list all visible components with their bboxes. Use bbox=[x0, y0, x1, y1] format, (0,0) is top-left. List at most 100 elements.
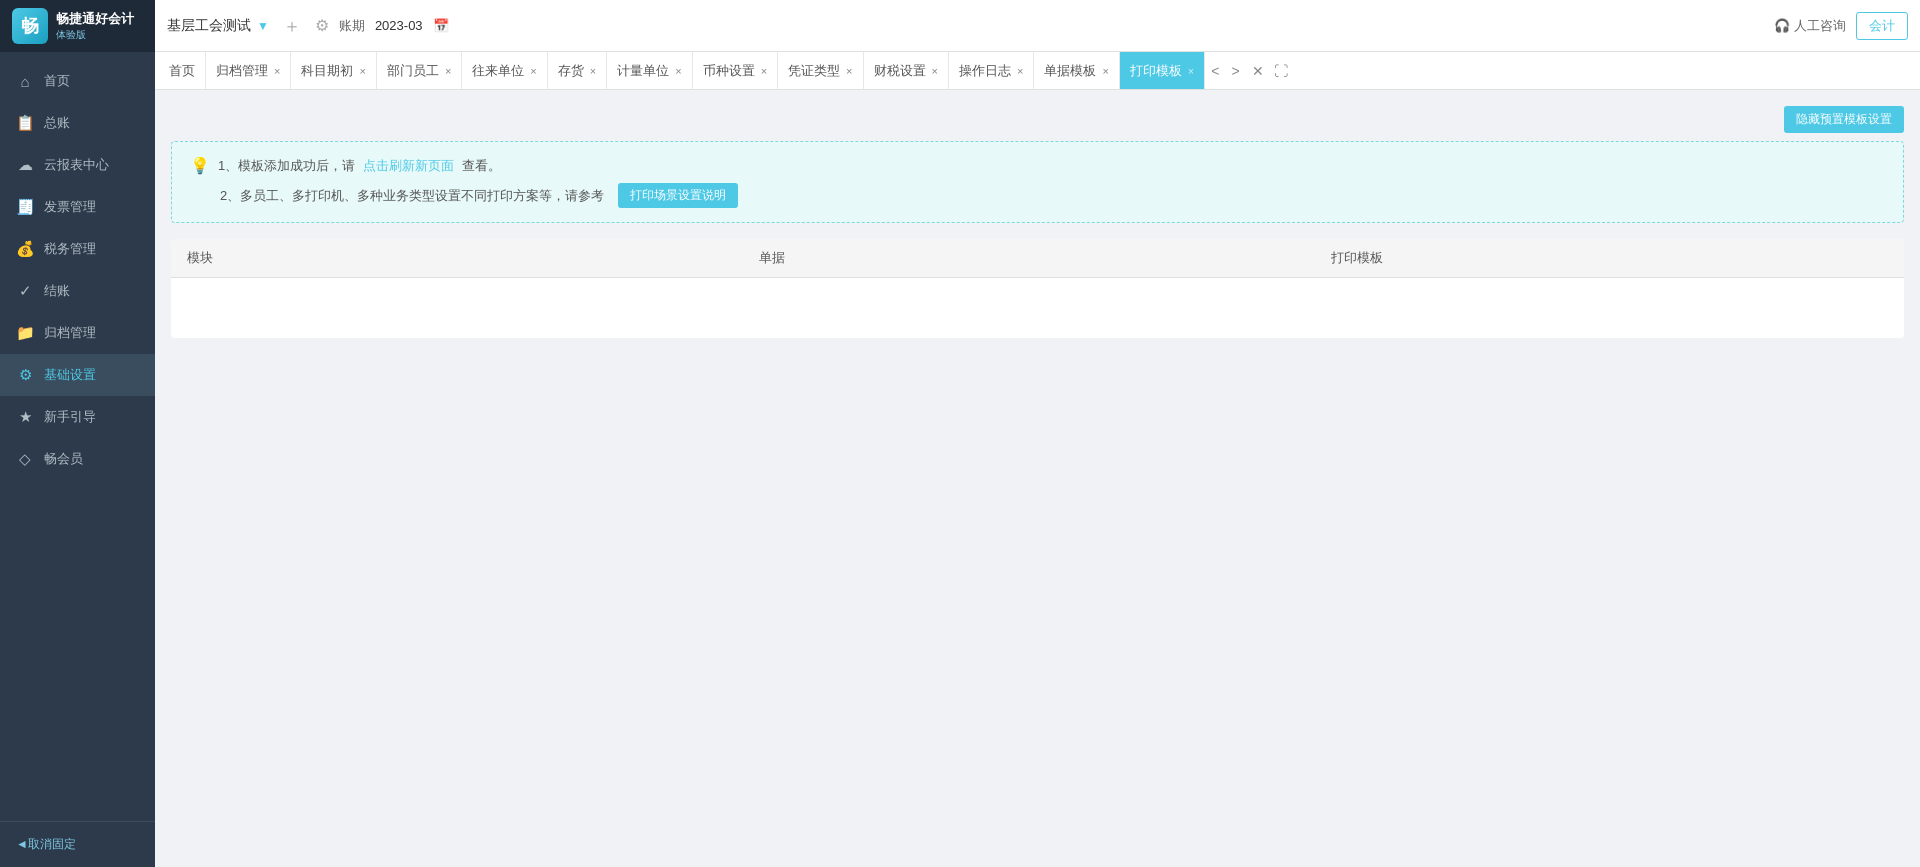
sidebar-item-invoice[interactable]: 🧾 发票管理 bbox=[0, 186, 155, 228]
sidebar-item-reports[interactable]: ☁ 云报表中心 bbox=[0, 144, 155, 186]
info-line-1: 💡 1、模板添加成功后，请 点击刷新新页面 查看。 bbox=[190, 156, 1885, 175]
tab-operation-log[interactable]: 操作日志 × bbox=[949, 52, 1034, 89]
tab-close-subject[interactable]: × bbox=[359, 65, 365, 77]
table-body bbox=[171, 278, 1904, 338]
tab-expand-button[interactable]: ⛶ bbox=[1270, 63, 1292, 79]
table-header-doc: 单据 bbox=[743, 239, 1315, 277]
logo-title: 畅捷通好会计 bbox=[56, 10, 134, 28]
sidebar-label-ledger: 总账 bbox=[44, 114, 70, 132]
accounting-button[interactable]: 会计 bbox=[1856, 12, 1908, 40]
tab-label-archive: 归档管理 bbox=[216, 62, 268, 80]
sidebar-icon-settlement: ✓ bbox=[16, 282, 34, 300]
calendar-icon[interactable]: 📅 bbox=[433, 18, 449, 33]
info-banner: 💡 1、模板添加成功后，请 点击刷新新页面 查看。 2、多员工、多打印机、多种业… bbox=[171, 141, 1904, 223]
print-scene-explain-button[interactable]: 打印场景设置说明 bbox=[618, 183, 738, 208]
sidebar-label-home: 首页 bbox=[44, 72, 70, 90]
sidebar-item-home[interactable]: ⌂ 首页 bbox=[0, 60, 155, 102]
tab-close-voucher-type[interactable]: × bbox=[846, 65, 852, 77]
tab-close-print-template[interactable]: × bbox=[1188, 65, 1194, 77]
tab-close-all-button[interactable]: ✕ bbox=[1246, 63, 1270, 79]
info-line1-suffix: 查看。 bbox=[462, 157, 501, 175]
tab-voucher-type[interactable]: 凭证类型 × bbox=[778, 52, 863, 89]
sidebar-item-ledger[interactable]: 📋 总账 bbox=[0, 102, 155, 144]
tab-archive[interactable]: 归档管理 × bbox=[206, 52, 291, 89]
settings-gear-icon[interactable]: ⚙ bbox=[315, 16, 329, 35]
tab-inventory[interactable]: 存货 × bbox=[548, 52, 607, 89]
period-label: 账期 bbox=[339, 17, 365, 35]
tab-label-unit: 计量单位 bbox=[617, 62, 669, 80]
tab-label-voucher-type: 凭证类型 bbox=[788, 62, 840, 80]
sidebar-menu: ⌂ 首页 📋 总账 ☁ 云报表中心 🧾 发票管理 💰 税务管理 ✓ 结账 📁 归… bbox=[0, 52, 155, 821]
info-line2-prefix: 2、多员工、多打印机、多种业务类型设置不同打印方案等，请参考 bbox=[220, 187, 604, 205]
sidebar-icon-invoice: 🧾 bbox=[16, 198, 34, 216]
print-template-table: 模块 单据 打印模板 bbox=[171, 239, 1904, 338]
sidebar-item-member[interactable]: ◇ 畅会员 bbox=[0, 438, 155, 480]
add-tab-button[interactable]: ＋ bbox=[279, 14, 305, 38]
table-header-module: 模块 bbox=[171, 239, 743, 277]
company-dropdown-icon: ▼ bbox=[257, 19, 269, 33]
customer-service-btn[interactable]: 🎧 人工咨询 bbox=[1774, 17, 1846, 35]
main-area: 基层工会测试 ▼ ＋ ⚙ 账期 2023-03 📅 🎧 人工咨询 会计 首页归档… bbox=[155, 0, 1920, 867]
table-header-template: 打印模板 bbox=[1315, 239, 1904, 277]
tab-tax-settings[interactable]: 财税设置× bbox=[864, 52, 949, 89]
sidebar-icon-ledger: 📋 bbox=[16, 114, 34, 132]
tab-close-department[interactable]: × bbox=[445, 65, 451, 77]
sidebar-icon-tax: 💰 bbox=[16, 240, 34, 258]
sidebar-label-tax: 税务管理 bbox=[44, 240, 96, 258]
customer-service-label: 人工咨询 bbox=[1794, 17, 1846, 35]
info-refresh-link[interactable]: 点击刷新新页面 bbox=[363, 157, 454, 175]
company-selector[interactable]: 基层工会测试 ▼ bbox=[167, 17, 269, 35]
tab-close-unit[interactable]: × bbox=[675, 65, 681, 77]
tab-department[interactable]: 部门员工× bbox=[377, 52, 462, 89]
tab-close-inventory[interactable]: × bbox=[590, 65, 596, 77]
sidebar-item-guide[interactable]: ★ 新手引导 bbox=[0, 396, 155, 438]
tab-label-partner: 往来单位 bbox=[472, 62, 524, 80]
tab-close-currency[interactable]: × bbox=[761, 65, 767, 77]
unpin-label: ◄取消固定 bbox=[16, 836, 76, 853]
tab-close-operation-log[interactable]: × bbox=[1017, 65, 1023, 77]
tab-currency[interactable]: 币种设置 × bbox=[693, 52, 778, 89]
logo-subtitle: 体验版 bbox=[56, 28, 134, 42]
tab-nav-next[interactable]: > bbox=[1225, 52, 1245, 89]
tab-nav-prev[interactable]: < bbox=[1205, 52, 1225, 89]
period-value: 2023-03 bbox=[375, 18, 423, 33]
tab-label-operation-log: 操作日志 bbox=[959, 62, 1011, 80]
logo-icon: 畅 bbox=[12, 8, 48, 44]
sidebar: 畅 畅捷通好会计 体验版 ⌂ 首页 📋 总账 ☁ 云报表中心 🧾 发票管理 💰 … bbox=[0, 0, 155, 867]
sidebar-label-member: 畅会员 bbox=[44, 450, 83, 468]
sidebar-item-settings[interactable]: ⚙ 基础设置 bbox=[0, 354, 155, 396]
tab-unit[interactable]: 计量单位 × bbox=[607, 52, 692, 89]
content-top-bar: 隐藏预置模板设置 bbox=[171, 106, 1904, 133]
tab-close-partner[interactable]: × bbox=[530, 65, 536, 77]
tab-label-currency: 币种设置 bbox=[703, 62, 755, 80]
tab-label-print-template: 打印模板 bbox=[1130, 62, 1182, 80]
tab-close-archive[interactable]: × bbox=[274, 65, 280, 77]
sidebar-label-settings: 基础设置 bbox=[44, 366, 96, 384]
top-header: 基层工会测试 ▼ ＋ ⚙ 账期 2023-03 📅 🎧 人工咨询 会计 bbox=[155, 0, 1920, 52]
tab-close-single-template[interactable]: × bbox=[1102, 65, 1108, 77]
tab-single-template[interactable]: 单据模板 × bbox=[1034, 52, 1119, 89]
tab-close-tax-settings[interactable]: × bbox=[932, 65, 938, 77]
tab-label-inventory: 存货 bbox=[558, 62, 584, 80]
logo-text: 畅捷通好会计 体验版 bbox=[56, 10, 134, 42]
tab-label-subject: 科目期初 bbox=[301, 62, 353, 80]
headset-icon: 🎧 bbox=[1774, 18, 1790, 33]
tab-home[interactable]: 首页 bbox=[159, 52, 206, 89]
hide-settings-button[interactable]: 隐藏预置模板设置 bbox=[1784, 106, 1904, 133]
logo-area: 畅 畅捷通好会计 体验版 bbox=[0, 0, 155, 52]
sidebar-icon-archive: 📁 bbox=[16, 324, 34, 342]
sidebar-item-settlement[interactable]: ✓ 结账 bbox=[0, 270, 155, 312]
company-name: 基层工会测试 bbox=[167, 17, 251, 35]
tab-partner[interactable]: 往来单位 × bbox=[462, 52, 547, 89]
sidebar-item-tax[interactable]: 💰 税务管理 bbox=[0, 228, 155, 270]
sidebar-item-archive[interactable]: 📁 归档管理 bbox=[0, 312, 155, 354]
sidebar-unpin[interactable]: ◄取消固定 bbox=[0, 821, 155, 867]
tab-label-single-template: 单据模板 bbox=[1044, 62, 1096, 80]
sidebar-label-reports: 云报表中心 bbox=[44, 156, 109, 174]
tab-print-template[interactable]: 打印模板 × bbox=[1120, 52, 1205, 89]
tab-subject[interactable]: 科目期初 × bbox=[291, 52, 376, 89]
table-header: 模块 单据 打印模板 bbox=[171, 239, 1904, 278]
tab-bar: 首页归档管理×科目期初×部门员工×往来单位×存货×计量单位×币种设置×凭证类型×… bbox=[155, 52, 1920, 90]
sidebar-icon-member: ◇ bbox=[16, 450, 34, 468]
main-content: 隐藏预置模板设置 💡 1、模板添加成功后，请 点击刷新新页面 查看。 2、多员工… bbox=[155, 90, 1920, 867]
